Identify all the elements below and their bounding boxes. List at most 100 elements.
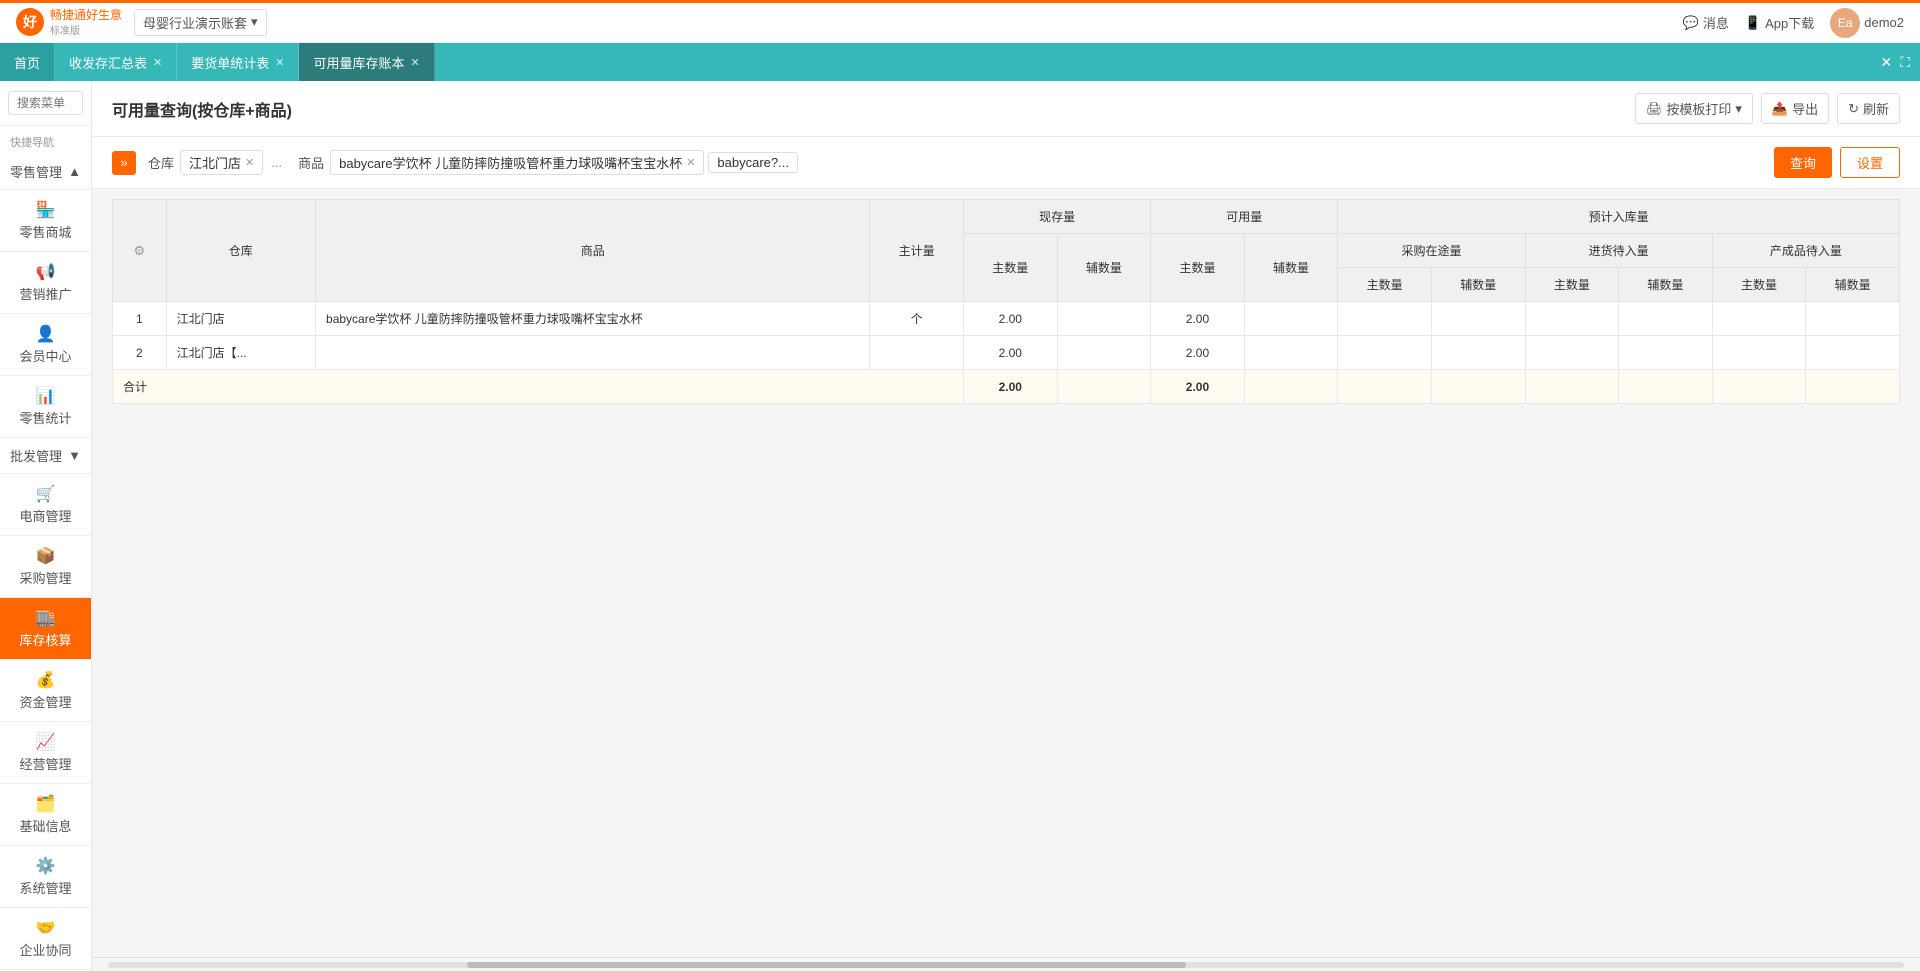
- sidebar-item-retail-mall[interactable]: 🏪 零售商城: [0, 190, 91, 252]
- th-procurement-sub: 辅数量: [1431, 268, 1525, 302]
- sidebar-item-batch[interactable]: 批发管理 ▼: [0, 438, 91, 474]
- sidebar-item-finance[interactable]: 💰 资金管理: [0, 660, 91, 722]
- app-download-button[interactable]: 📱 App下载: [1745, 13, 1814, 32]
- th-available-group: 可用量: [1151, 200, 1338, 234]
- cell-current-sub: [1057, 302, 1151, 336]
- cell-production-main: [1712, 302, 1806, 336]
- warehouse-label: 仓库: [148, 153, 174, 172]
- th-incoming-sub: 辅数量: [1619, 268, 1713, 302]
- th-current-group: 现存量: [963, 200, 1150, 234]
- tab-close-purchase[interactable]: ✕: [275, 56, 284, 69]
- scroll-track: [108, 962, 1904, 968]
- refresh-button[interactable]: ↻ 刷新: [1837, 93, 1900, 124]
- cell-available-main: 2.00: [1151, 336, 1245, 370]
- scroll-thumb[interactable]: [467, 962, 1185, 968]
- sidebar-item-member[interactable]: 👤 会员中心: [0, 314, 91, 376]
- sidebar-item-basics[interactable]: 🗂️ 基础信息: [0, 784, 91, 846]
- warehouse-tag-close[interactable]: ✕: [245, 156, 254, 169]
- query-button[interactable]: 查询: [1774, 147, 1832, 178]
- user-profile[interactable]: Ea demo2: [1830, 8, 1904, 38]
- tab-close-all[interactable]: ✕: [1880, 54, 1892, 71]
- th-incoming-main: 主数量: [1525, 268, 1619, 302]
- th-incoming-group: 进货待入量: [1525, 234, 1712, 268]
- operations-icon: 📈: [36, 732, 56, 752]
- cell-procurement-main: [1338, 302, 1432, 336]
- logo-icon: 好: [16, 8, 44, 36]
- chevron-down-icon: ▾: [1735, 101, 1742, 117]
- sidebar-item-zero-retail[interactable]: 零售管理 ▲: [0, 154, 91, 190]
- sidebar-item-marketing[interactable]: 📢 营销推广: [0, 252, 91, 314]
- warehouse-tag[interactable]: 江北门店 ✕: [180, 150, 263, 175]
- chevron-icon: ▼: [68, 448, 81, 463]
- product-tag-1[interactable]: babycare学饮杯 儿童防摔防撞吸管杯重力球吸嘴杯宝宝水杯 ✕: [330, 150, 704, 175]
- cell-procurement-sub: [1431, 336, 1525, 370]
- cell-incoming-main: [1525, 336, 1619, 370]
- tab-bar: 首页 收发存汇总表 ✕ 要货单统计表 ✕ 可用量库存账本 ✕ ✕ ⛶: [0, 43, 1920, 81]
- cell-unit: 个: [870, 302, 964, 336]
- cell-procurement-main: [1338, 336, 1432, 370]
- footer-available-main: 2.00: [1151, 370, 1245, 404]
- cell-incoming-sub: [1619, 302, 1713, 336]
- th-settings[interactable]: ⚙: [113, 200, 167, 302]
- warehouse-more[interactable]: ...: [267, 155, 286, 170]
- cell-product: babycare学饮杯 儿童防摔防撞吸管杯重力球吸嘴杯宝宝水杯: [316, 302, 870, 336]
- search-input[interactable]: [8, 91, 83, 115]
- th-available-main: 主数量: [1151, 234, 1245, 302]
- store-icon: 🏪: [36, 200, 56, 220]
- cell-production-sub: [1806, 302, 1900, 336]
- marketing-icon: 📢: [36, 262, 56, 282]
- filter-expand-button[interactable]: »: [112, 151, 136, 175]
- enterprise-icon: 🤝: [36, 918, 56, 938]
- table-row: 1 江北门店 babycare学饮杯 儿童防摔防撞吸管杯重力球吸嘴杯宝宝水杯 个…: [113, 302, 1900, 336]
- cell-production-main: [1712, 336, 1806, 370]
- purchase-icon: 📦: [36, 546, 56, 566]
- sidebar-item-operations[interactable]: 📈 经营管理: [0, 722, 91, 784]
- sidebar-item-system[interactable]: ⚙️ 系统管理: [0, 846, 91, 908]
- message-button[interactable]: 💬 消息: [1683, 13, 1729, 32]
- cell-warehouse: 江北门店【...: [166, 336, 315, 370]
- sidebar-item-enterprise[interactable]: 🤝 企业协同: [0, 908, 91, 970]
- sidebar-item-retail-stat[interactable]: 📊 零售统计: [0, 376, 91, 438]
- tab-home[interactable]: 首页: [0, 43, 55, 81]
- cell-unit: [870, 336, 964, 370]
- cell-available-main: 2.00: [1151, 302, 1245, 336]
- ecommerce-icon: 🛒: [36, 484, 56, 504]
- tab-close-receive[interactable]: ✕: [153, 56, 162, 69]
- finance-icon: 💰: [36, 670, 56, 690]
- cell-product: [316, 336, 870, 370]
- export-button[interactable]: 📤 导出: [1761, 93, 1829, 124]
- tab-maximize[interactable]: ⛶: [1900, 54, 1910, 71]
- message-icon: 💬: [1683, 15, 1699, 31]
- product-tag-2[interactable]: babycare?...: [708, 152, 798, 173]
- inventory-table: ⚙ 仓库 商品 主计量 现存量 可用量 预计入库量 主数量 辅数量 主数量 辅数…: [112, 199, 1900, 404]
- sidebar-item-purchase[interactable]: 📦 采购管理: [0, 536, 91, 598]
- tab-receive[interactable]: 收发存汇总表 ✕: [55, 43, 177, 81]
- tab-purchase[interactable]: 要货单统计表 ✕: [177, 43, 299, 81]
- tab-bar-actions: ✕ ⛶: [1870, 43, 1920, 81]
- sidebar-item-inventory-check[interactable]: 🏬 库存核算: [0, 598, 91, 660]
- th-warehouse: 仓库: [166, 200, 315, 302]
- logo-area: 好 畅捷通好生意 标准版: [16, 8, 122, 37]
- system-icon: ⚙️: [36, 856, 56, 876]
- tab-close-inventory[interactable]: ✕: [411, 56, 420, 69]
- product-filter: 商品 babycare学饮杯 儿童防摔防撞吸管杯重力球吸嘴杯宝宝水杯 ✕ bab…: [298, 150, 798, 175]
- print-button[interactable]: 🖨 按模板打印 ▾: [1635, 93, 1753, 124]
- settings-button[interactable]: 设置: [1840, 147, 1900, 178]
- cell-available-sub: [1244, 336, 1338, 370]
- logo-text: 畅捷通好生意: [50, 8, 122, 22]
- logo-sub: 标准版: [50, 22, 122, 37]
- warehouse-filter: 仓库 江北门店 ✕ ...: [148, 150, 286, 175]
- sidebar: 快捷导航 零售管理 ▲ 🏪 零售商城 📢 营销推广 👤 会员中心 📊 零售统计 …: [0, 81, 92, 971]
- sidebar-item-ecommerce[interactable]: 🛒 电商管理: [0, 474, 91, 536]
- th-unit: 主计量: [870, 200, 964, 302]
- product-tag-1-close[interactable]: ✕: [686, 156, 695, 169]
- main-layout: 快捷导航 零售管理 ▲ 🏪 零售商城 📢 营销推广 👤 会员中心 📊 零售统计 …: [0, 81, 1920, 971]
- horizontal-scrollbar[interactable]: [92, 957, 1920, 971]
- industry-selector[interactable]: 母婴行业演示账套 ▾: [134, 9, 267, 36]
- th-available-sub: 辅数量: [1244, 234, 1338, 302]
- top-bar: 好 畅捷通好生意 标准版 母婴行业演示账套 ▾ 💬 消息 📱 App下载 Ea …: [0, 3, 1920, 43]
- sidebar-search: [0, 81, 91, 126]
- settings-icon[interactable]: ⚙: [133, 243, 145, 258]
- tab-inventory[interactable]: 可用量库存账本 ✕: [299, 43, 434, 81]
- member-icon: 👤: [36, 324, 56, 344]
